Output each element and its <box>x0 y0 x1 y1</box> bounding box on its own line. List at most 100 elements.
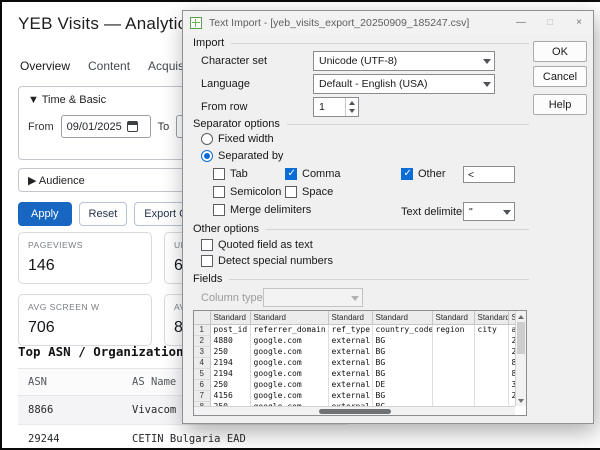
stepper-buttons <box>345 98 358 116</box>
preview-cell: country_code <box>372 324 433 335</box>
merge-delimiters-checkbox[interactable]: Merge delimiters <box>213 204 311 216</box>
detect-numbers-label: Detect special numbers <box>218 255 333 267</box>
column-type-select[interactable] <box>263 288 363 307</box>
maximize-icon[interactable]: □ <box>543 17 557 28</box>
preview-cell: external <box>328 335 373 346</box>
reset-button[interactable]: Reset <box>78 202 128 226</box>
preview-cell: 4156 <box>210 390 251 401</box>
checkbox-icon <box>213 168 225 180</box>
text-delimiter-select[interactable]: " <box>463 202 515 221</box>
spin-up-icon[interactable] <box>346 98 358 107</box>
checkbox-icon <box>213 186 225 198</box>
other-separator-value: < <box>468 168 475 181</box>
preview-cell: google.com <box>250 335 329 346</box>
detect-numbers-checkbox[interactable]: Detect special numbers <box>201 255 333 267</box>
from-date-input[interactable]: 09/01/2025 <box>60 115 151 138</box>
row-number: 4 <box>194 357 211 369</box>
preview-cell: 4880 <box>210 335 251 346</box>
fixed-width-radio[interactable]: Fixed width <box>201 133 274 145</box>
preview-cell <box>474 346 509 357</box>
row-number: 7 <box>194 390 211 402</box>
quoted-field-checkbox[interactable]: Quoted field as text <box>201 239 313 251</box>
dialog-titlebar[interactable]: Text Import - [yeb_visits_export_2025090… <box>183 11 593 34</box>
other-separator-input[interactable]: < <box>463 166 515 183</box>
stat-label: AVG SCREEN W <box>28 302 100 312</box>
column-type-header[interactable]: Standard <box>328 311 373 325</box>
apply-button[interactable]: Apply <box>18 202 72 226</box>
charset-select[interactable]: Unicode (UTF-8) <box>313 51 495 71</box>
preview-cell: post_id <box>210 324 251 335</box>
scroll-up-icon[interactable] <box>516 311 526 321</box>
from-label: From <box>28 120 54 133</box>
tab-checkbox-label: Tab <box>230 168 248 180</box>
separated-by-label: Separated by <box>218 150 284 162</box>
other-checkbox-label: Other <box>418 168 446 180</box>
stat-label: PAGEVIEWS <box>28 240 83 250</box>
preview-cell <box>432 346 475 357</box>
semicolon-checkbox[interactable]: Semicolon <box>213 186 281 198</box>
section-other-options: Other options <box>193 223 529 235</box>
column-type-header[interactable]: Standard <box>210 311 251 325</box>
preview-cell: BG <box>372 357 433 368</box>
column-type-header[interactable]: Standard <box>372 311 433 325</box>
comma-checkbox-label: Comma <box>302 168 341 180</box>
cancel-button[interactable]: Cancel <box>533 66 587 87</box>
calendar-icon[interactable] <box>126 121 138 132</box>
language-value: Default - English (USA) <box>319 78 428 90</box>
column-type-header[interactable]: Standard <box>474 311 509 325</box>
preview-cell: 250 <box>210 346 251 357</box>
column-type-header[interactable]: Standard <box>250 311 329 325</box>
space-checkbox[interactable]: Space <box>285 186 333 198</box>
preview-row: 3250google.comexternalBG29 <box>194 346 526 358</box>
from-date-value: 09/01/2025 <box>66 120 122 133</box>
space-checkbox-label: Space <box>302 186 334 198</box>
checkbox-icon <box>285 186 297 198</box>
tab-content[interactable]: Content <box>88 59 130 73</box>
preview-cell <box>474 357 509 368</box>
comma-checkbox[interactable]: Comma <box>285 168 341 180</box>
scrollbar-thumb[interactable] <box>517 322 525 354</box>
scroll-down-icon[interactable] <box>516 396 526 406</box>
checkbox-icon <box>201 255 213 267</box>
chevron-down-icon[interactable] <box>479 52 494 70</box>
checkbox-icon <box>285 168 297 180</box>
preview-row: 52194google.comexternalBG88 <box>194 368 526 380</box>
row-number: 1 <box>194 324 211 336</box>
ok-button[interactable]: OK <box>533 41 587 62</box>
table-row: 29244 CETIN Bulgaria EAD <box>18 424 348 448</box>
fixed-width-label: Fixed width <box>218 133 274 145</box>
dialog-title: Text Import - [yeb_visits_export_2025090… <box>209 16 470 29</box>
column-type-header[interactable]: Standard <box>432 311 475 325</box>
scrollbar-thumb[interactable] <box>318 409 391 414</box>
preview-cell: 2194 <box>210 368 251 379</box>
help-button[interactable]: Help <box>533 94 587 115</box>
preview-cell <box>432 368 475 379</box>
asn-heading: Top ASN / Organizations <box>18 344 192 359</box>
preview-cell: external <box>328 357 373 368</box>
preview-row: 1 post_id referrer_domain ref_type country_c… <box>194 324 526 336</box>
tab-overview[interactable]: Overview <box>20 59 70 73</box>
calc-app-icon <box>190 16 202 29</box>
language-select[interactable]: Default - English (USA) <box>313 74 495 94</box>
horizontal-scrollbar[interactable] <box>194 406 515 415</box>
other-checkbox[interactable]: Other <box>401 168 446 180</box>
separated-by-radio[interactable]: Separated by <box>201 150 283 162</box>
tab-checkbox[interactable]: Tab <box>213 168 248 180</box>
chevron-down-icon[interactable] <box>479 75 494 93</box>
vertical-scrollbar[interactable] <box>515 311 526 406</box>
charset-value: Unicode (UTF-8) <box>319 55 398 67</box>
preview-corner-cell <box>194 311 211 325</box>
preview-cell <box>474 368 509 379</box>
section-fields-label: Fields <box>193 273 223 285</box>
preview-cell <box>432 390 475 401</box>
close-icon[interactable]: × <box>572 17 586 28</box>
spin-down-icon[interactable] <box>346 107 358 116</box>
minimize-icon[interactable]: — <box>514 17 528 28</box>
preview-table: Standard Standard Standard Standard Standard… <box>194 311 526 413</box>
from-row-stepper[interactable]: 1 <box>313 97 359 117</box>
row-number: 2 <box>194 335 211 347</box>
as-name-cell: CETIN Bulgaria EAD <box>122 424 348 448</box>
quoted-field-label: Quoted field as text <box>218 239 313 251</box>
chevron-down-icon[interactable] <box>499 203 514 220</box>
asn-cell: 29244 <box>18 424 122 448</box>
